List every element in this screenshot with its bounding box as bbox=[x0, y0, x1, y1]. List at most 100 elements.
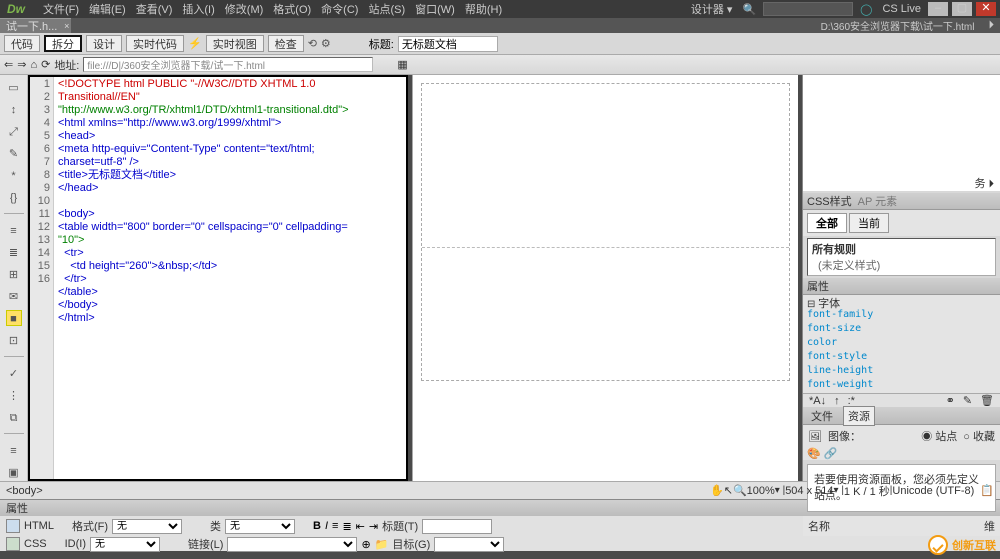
comment-tool-icon[interactable]: ✉ bbox=[6, 288, 22, 304]
outdent-tool-icon[interactable]: ≣ bbox=[6, 244, 22, 260]
sort-icon[interactable]: *A↓ bbox=[809, 395, 826, 407]
nav-home-icon[interactable]: ⌂ bbox=[30, 59, 37, 71]
live-code-button[interactable]: 实时代码 bbox=[126, 35, 184, 52]
css-all-button[interactable]: 全部 bbox=[807, 213, 847, 233]
link-css-icon[interactable]: ⚭ bbox=[946, 394, 955, 407]
tag-tool-icon[interactable]: * bbox=[6, 167, 22, 183]
window-size[interactable]: 504 x 514 bbox=[785, 485, 833, 497]
code-view-button[interactable]: 代码 bbox=[4, 35, 40, 52]
class-select[interactable]: 无 bbox=[225, 519, 295, 534]
document-tab[interactable]: 试一下.h... × bbox=[0, 18, 71, 33]
brace-tool-icon[interactable]: {} bbox=[6, 189, 22, 205]
browse-icon[interactable]: 📁 bbox=[375, 538, 389, 551]
ol-button[interactable]: ≣ bbox=[342, 520, 351, 533]
inspect-button[interactable]: 检查 bbox=[268, 35, 304, 52]
live-view-button[interactable]: 实时视图 bbox=[206, 35, 264, 52]
menu-command[interactable]: 命令(C) bbox=[318, 1, 361, 17]
css-mode-button[interactable] bbox=[6, 537, 20, 551]
tab-scroll-icon[interactable]: ⏵ bbox=[983, 19, 1000, 32]
select-tool-icon-2[interactable]: ↖ bbox=[724, 484, 733, 497]
search-input[interactable] bbox=[763, 2, 853, 16]
title-input[interactable] bbox=[398, 36, 498, 52]
css-current-button[interactable]: 当前 bbox=[849, 213, 889, 233]
bold-button[interactable]: B bbox=[313, 520, 321, 532]
italic-button[interactable]: I bbox=[325, 520, 328, 532]
menu-help[interactable]: 帮助(H) bbox=[462, 1, 505, 17]
select-tool-icon[interactable]: ▭ bbox=[6, 79, 22, 95]
indent-tool-icon[interactable]: ≡ bbox=[6, 222, 22, 238]
indent-button[interactable]: ⇥ bbox=[369, 520, 378, 533]
css-tab[interactable]: CSS样式 bbox=[807, 193, 852, 209]
asset-color-icon[interactable]: 🎨 bbox=[807, 448, 821, 460]
design-view-button[interactable]: 设计 bbox=[86, 35, 122, 52]
menu-view[interactable]: 查看(V) bbox=[133, 1, 176, 17]
point-to-file-icon[interactable]: ⊕ bbox=[361, 538, 370, 551]
options-icon[interactable]: ⚙ bbox=[321, 37, 331, 50]
files-tab[interactable]: 文件 bbox=[807, 407, 837, 425]
new-css-icon[interactable]: ✎ bbox=[963, 394, 972, 407]
code-content[interactable]: <!DOCTYPE html PUBLIC "-//W3C//DTD XHTML… bbox=[54, 77, 406, 479]
ul-button[interactable]: ≡ bbox=[332, 520, 338, 532]
split-view-button[interactable]: 拆分 bbox=[44, 35, 82, 52]
address-book-icon[interactable]: ▦ bbox=[397, 58, 407, 71]
hand-tool-icon[interactable]: ✋ bbox=[710, 484, 724, 497]
nav-fwd-icon[interactable]: ⇒ bbox=[17, 58, 26, 71]
menu-site[interactable]: 站点(S) bbox=[365, 1, 408, 17]
id-select[interactable]: 无 bbox=[90, 537, 160, 552]
code-editor[interactable]: 1234 5678 9101112 13141516 <!DOCTYPE htm… bbox=[28, 75, 408, 481]
nav-back-icon[interactable]: ⇐ bbox=[4, 58, 13, 71]
image-icon[interactable]: 🖼 bbox=[808, 430, 822, 443]
window-minimize-button[interactable]: – bbox=[928, 2, 948, 16]
menu-file[interactable]: 文件(F) bbox=[40, 1, 82, 17]
color-tool-icon[interactable]: ■ bbox=[6, 310, 22, 326]
properties-list[interactable]: ⊟ 字体 font-family font-size color font-st… bbox=[803, 295, 1000, 393]
refresh-icon[interactable]: ⟲ bbox=[308, 37, 317, 50]
title-field[interactable] bbox=[422, 519, 492, 534]
link-select[interactable] bbox=[227, 537, 357, 552]
opts-tool-icon[interactable]: ⋮ bbox=[6, 387, 22, 403]
window-close-button[interactable]: ✕ bbox=[976, 2, 996, 16]
tag-selector[interactable]: <body> bbox=[6, 485, 43, 497]
menu-edit[interactable]: 编辑(E) bbox=[86, 1, 129, 17]
html-mode-button[interactable] bbox=[6, 519, 20, 533]
zoom-value[interactable]: 100% bbox=[747, 485, 775, 497]
ap-tab[interactable]: AP 元素 bbox=[858, 193, 898, 209]
cs-live-label[interactable]: CS Live bbox=[879, 3, 924, 15]
encoding[interactable]: Unicode (UTF-8) bbox=[892, 485, 974, 497]
format-select[interactable]: 无 bbox=[112, 519, 182, 534]
close-icon[interactable]: × bbox=[64, 21, 69, 31]
designer-label[interactable]: 设计器 ▾ bbox=[688, 1, 736, 17]
menu-window[interactable]: 窗口(W) bbox=[412, 1, 458, 17]
nav-reload-icon[interactable]: ⟳ bbox=[41, 58, 50, 71]
snippet-tool-icon[interactable]: ⊞ bbox=[6, 266, 22, 282]
menu-format[interactable]: 格式(O) bbox=[270, 1, 314, 17]
zoom-tool-icon[interactable]: 🔍 bbox=[733, 484, 747, 497]
validate-tool-icon[interactable]: ✓ bbox=[6, 365, 22, 381]
up-icon[interactable]: ↑ bbox=[834, 395, 840, 407]
table-outline[interactable] bbox=[421, 83, 790, 381]
menu-insert[interactable]: 插入(I) bbox=[179, 1, 217, 17]
arrow-tool-icon[interactable]: ↕ bbox=[6, 101, 22, 117]
preview-tool-icon[interactable]: ▣ bbox=[6, 464, 22, 480]
link-tool-icon[interactable]: ⧉ bbox=[6, 409, 22, 425]
target-select[interactable] bbox=[434, 537, 504, 552]
sync-icon[interactable]: ⚡ bbox=[188, 37, 202, 50]
format-tool-icon[interactable]: ≡ bbox=[6, 442, 22, 458]
address-input[interactable] bbox=[83, 57, 373, 72]
css-panel-header[interactable]: CSS样式 AP 元素 bbox=[803, 193, 1000, 210]
text-tool-icon[interactable]: ✎ bbox=[6, 145, 22, 161]
expand-tool-icon[interactable]: ⤢ bbox=[6, 123, 22, 139]
delete-css-icon[interactable]: 🗑 bbox=[980, 394, 994, 407]
outdent-button[interactable]: ⇤ bbox=[356, 520, 365, 533]
log-icon[interactable]: 📋 bbox=[980, 484, 994, 497]
fav-radio[interactable]: ○ 收藏 bbox=[963, 428, 995, 444]
wrap-tool-icon[interactable]: ⊡ bbox=[6, 332, 22, 348]
design-preview[interactable] bbox=[412, 75, 798, 481]
site-radio[interactable]: ◉ 站点 bbox=[921, 428, 957, 444]
window-maximize-button[interactable]: ▢ bbox=[952, 2, 972, 16]
css-rules-list[interactable]: 所有规则 (未定义样式) bbox=[807, 238, 996, 276]
menu-modify[interactable]: 修改(M) bbox=[222, 1, 267, 17]
assets-tab[interactable]: 资源 bbox=[843, 406, 875, 426]
properties-panel-header[interactable]: 属性 bbox=[803, 278, 1000, 295]
asset-link-icon[interactable]: 🔗 bbox=[824, 448, 838, 460]
